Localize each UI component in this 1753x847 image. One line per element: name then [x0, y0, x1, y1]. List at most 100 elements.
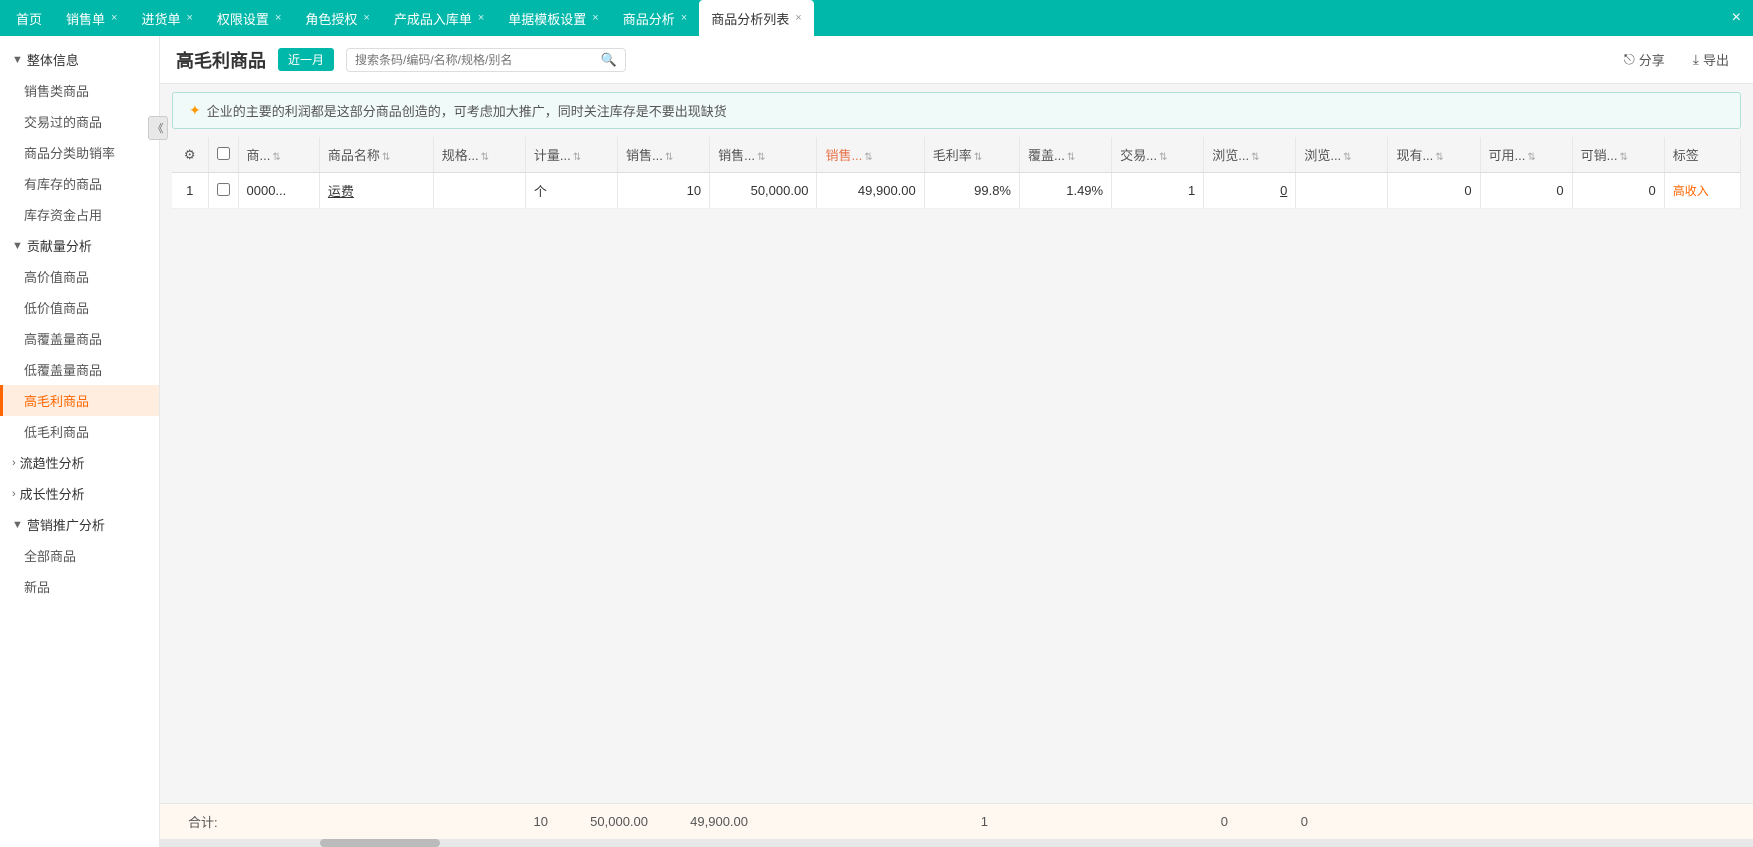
cell-view1[interactable]: 0 — [1204, 173, 1296, 209]
sidebar-section-marketing[interactable]: ▼ 营销推广分析 — [0, 509, 159, 540]
sidebar-section-growth[interactable]: › 成长性分析 — [0, 478, 159, 509]
sidebar-item-low-margin[interactable]: 低毛利商品 — [0, 416, 159, 447]
col-sale-count[interactable]: 销售...⇅ — [618, 137, 710, 173]
col-current-stock[interactable]: 现有...⇅ — [1388, 137, 1480, 173]
close-template[interactable]: × — [592, 12, 598, 24]
tab-role[interactable]: 角色授权 × — [293, 0, 381, 36]
col-unit[interactable]: 计量...⇅ — [525, 137, 617, 173]
sidebar: ▼ 整体信息 销售类商品 交易过的商品 商品分类助销率 有库存的商品 库存资金占… — [0, 36, 160, 847]
col-sale-profit[interactable]: 销售...⇅ — [817, 137, 924, 173]
cell-sale-count: 10 — [618, 173, 710, 209]
tab-bar: 首页 销售单 × 进货单 × 权限设置 × 角色授权 × 产成品入库单 × 单据… — [0, 0, 1753, 36]
search-icon[interactable]: 🔍 — [601, 52, 617, 68]
sidebar-section-overall[interactable]: ▼ 整体信息 — [0, 44, 159, 75]
tip-bar: ✦ 企业的主要的利润都是这部分商品创造的，可考虑加大推广，同时关注库存是不要出现… — [172, 92, 1741, 129]
close-permission[interactable]: × — [275, 12, 281, 24]
footer-available-stock: 0 — [1236, 814, 1316, 829]
sidebar-item-high-margin[interactable]: 高毛利商品 — [0, 385, 159, 416]
col-code[interactable]: 商...⇅ — [238, 137, 319, 173]
sidebar-item-category-rate[interactable]: 商品分类助销率 — [0, 137, 159, 168]
filter-recent-month[interactable]: 近一月 — [278, 48, 334, 71]
col-checkbox — [208, 137, 238, 173]
tab-product-analysis[interactable]: 商品分析 × — [611, 0, 699, 36]
row-checkbox[interactable] — [217, 183, 230, 196]
col-transaction[interactable]: 交易...⇅ — [1112, 137, 1204, 173]
tab-product-in[interactable]: 产成品入库单 × — [382, 0, 496, 36]
sidebar-item-traded-goods[interactable]: 交易过的商品 — [0, 106, 159, 137]
sidebar-item-all-goods[interactable]: 全部商品 — [0, 540, 159, 571]
col-name[interactable]: 商品名称⇅ — [319, 137, 433, 173]
tab-analysis-list[interactable]: 商品分析列表 × — [699, 0, 813, 36]
cell-tag: 高收入 — [1664, 173, 1740, 209]
tip-text: 企业的主要的利润都是这部分商品创造的，可考虑加大推广，同时关注库存是不要出现缺货 — [207, 101, 727, 120]
col-tag[interactable]: 标签 — [1664, 137, 1740, 173]
col-sale-amount[interactable]: 销售...⇅ — [710, 137, 817, 173]
arrow-contribution: ▼ — [12, 240, 23, 252]
share-button[interactable]: ⎋ 分享 — [1616, 46, 1673, 73]
tip-icon: ✦ — [189, 102, 201, 119]
col-gross-margin[interactable]: 毛利率⇅ — [924, 137, 1019, 173]
tab-template[interactable]: 单据模板设置 × — [496, 0, 610, 36]
sidebar-item-high-coverage[interactable]: 高覆盖量商品 — [0, 323, 159, 354]
cell-gross-margin: 99.8% — [924, 173, 1019, 209]
sidebar-item-new-goods[interactable]: 新品 — [0, 571, 159, 602]
search-input[interactable] — [355, 53, 601, 67]
cell-name[interactable]: 运费 — [319, 173, 433, 209]
sidebar-section-contribution[interactable]: ▼ 贡献量分析 — [0, 230, 159, 261]
tab-home[interactable]: 首页 — [4, 0, 54, 36]
select-all-checkbox[interactable] — [217, 147, 230, 160]
cell-index: 1 — [172, 173, 208, 209]
col-available-stock[interactable]: 可用...⇅ — [1480, 137, 1572, 173]
cell-transaction: 1 — [1112, 173, 1204, 209]
arrow-overall: ▼ — [12, 54, 23, 66]
cell-sale-amount: 50,000.00 — [710, 173, 817, 209]
cell-sellable-stock: 0 — [1572, 173, 1664, 209]
scrollbar-thumb[interactable] — [320, 839, 440, 847]
arrow-growth: › — [12, 488, 16, 500]
content-header: 高毛利商品 近一月 🔍 ⎋ 分享 ⤓ 导出 — [160, 36, 1753, 84]
footer-current-stock: 0 — [1156, 814, 1236, 829]
cell-unit: 个 — [525, 173, 617, 209]
tab-purchase[interactable]: 进货单 × — [129, 0, 204, 36]
sidebar-item-stock-capital[interactable]: 库存资金占用 — [0, 199, 159, 230]
export-button[interactable]: ⤓ 导出 — [1685, 46, 1737, 73]
data-table: ⚙ 商...⇅ 商品名称⇅ 规格...⇅ 计量...⇅ 销售...⇅ 销售...… — [172, 137, 1741, 209]
table-header-row: ⚙ 商...⇅ 商品名称⇅ 规格...⇅ 计量...⇅ 销售...⇅ 销售...… — [172, 137, 1741, 173]
footer-sale-amount: 50,000.00 — [556, 814, 656, 829]
col-coverage[interactable]: 覆盖...⇅ — [1020, 137, 1112, 173]
sidebar-item-low-value[interactable]: 低价值商品 — [0, 292, 159, 323]
header-actions: ⎋ 分享 ⤓ 导出 — [1616, 46, 1737, 73]
col-sellable-stock[interactable]: 可销...⇅ — [1572, 137, 1664, 173]
cell-code: 0000... — [238, 173, 319, 209]
col-spec[interactable]: 规格...⇅ — [433, 137, 525, 173]
footer-sale-count: 10 — [476, 814, 556, 829]
close-purchase[interactable]: × — [186, 12, 192, 24]
sidebar-item-in-stock[interactable]: 有库存的商品 — [0, 168, 159, 199]
col-settings[interactable]: ⚙ — [172, 137, 208, 173]
arrow-marketing: ▼ — [12, 519, 23, 531]
sidebar-item-low-coverage[interactable]: 低覆盖量商品 — [0, 354, 159, 385]
close-product-in[interactable]: × — [478, 12, 484, 24]
table-wrapper: ⚙ 商...⇅ 商品名称⇅ 规格...⇅ 计量...⇅ 销售...⇅ 销售...… — [160, 137, 1753, 803]
close-sales-order[interactable]: × — [111, 12, 117, 24]
tab-sales-order[interactable]: 销售单 × — [54, 0, 129, 36]
scrollbar-area[interactable] — [160, 839, 1753, 847]
sidebar-section-flow[interactable]: › 流趋性分析 — [0, 447, 159, 478]
page-title: 高毛利商品 — [176, 47, 266, 73]
collapse-sidebar-button[interactable]: 《 — [148, 116, 168, 140]
footer-transaction: 1 — [916, 814, 996, 829]
col-view2[interactable]: 浏览...⇅ — [1296, 137, 1388, 173]
share-icon: ⎋ — [1624, 51, 1635, 68]
cell-checkbox — [208, 173, 238, 209]
tab-permission[interactable]: 权限设置 × — [205, 0, 293, 36]
col-view1[interactable]: 浏览...⇅ — [1204, 137, 1296, 173]
close-window[interactable]: × — [1732, 9, 1749, 27]
close-analysis-list[interactable]: × — [795, 12, 801, 24]
close-role[interactable]: × — [363, 12, 369, 24]
close-product-analysis[interactable]: × — [681, 12, 687, 24]
arrow-flow: › — [12, 457, 16, 469]
sidebar-item-high-value[interactable]: 高价值商品 — [0, 261, 159, 292]
sidebar-item-sales-goods[interactable]: 销售类商品 — [0, 75, 159, 106]
footer-summary: 合计: 10 50,000.00 49,900.00 1 0 0 — [160, 803, 1753, 839]
footer-label: 合计: — [176, 812, 336, 831]
